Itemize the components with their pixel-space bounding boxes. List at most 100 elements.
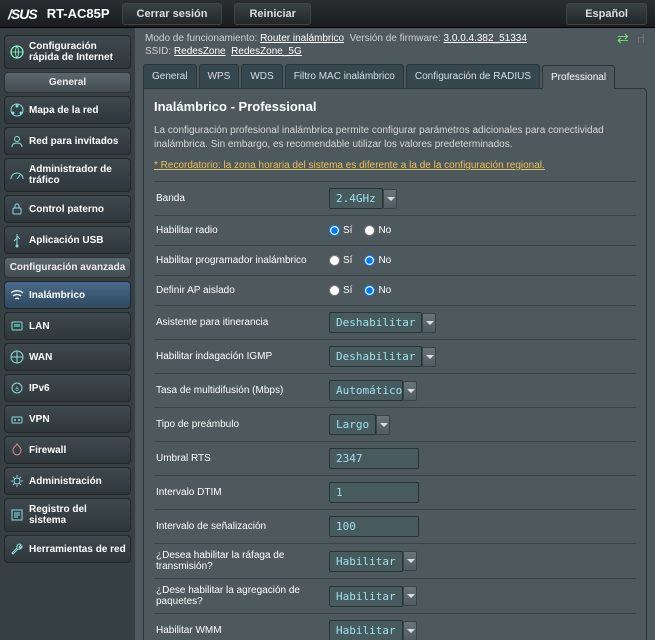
sidebar-item-label: IPv6 [29,383,50,394]
enable-scheduler-yes[interactable] [329,255,340,266]
tab-strip: General WPS WDS Filtro MAC inalámbrico C… [143,64,647,88]
svg-text:6: 6 [15,387,19,393]
chevron-down-icon[interactable] [376,415,390,435]
enable-radio-no[interactable] [364,225,375,236]
firewall-icon [9,442,25,458]
band-label: Banda [154,193,329,204]
top-bar: /SUS RT-AC85P Cerrar sesión Reiniciar Es… [0,0,655,28]
tab-radius[interactable]: Configuración de RADIUS [406,64,540,88]
usb-icon [9,232,25,248]
sidebar-item-label: Firewall [29,445,66,456]
sidebar-item-network-map[interactable]: Mapa de la red [4,96,131,124]
sidebar-item-ipv6[interactable]: 6 IPv6 [4,374,131,402]
sidebar-header-general: General [4,72,131,93]
wmm-label: Habilitar WMM [154,625,329,636]
tab-mac-filter[interactable]: Filtro MAC inalámbrico [285,64,404,88]
chevron-down-icon[interactable] [403,551,417,571]
lan-icon [9,318,25,334]
lock-icon [9,201,25,217]
vpn-icon [9,411,25,427]
status-usb-icon: ⑁ [637,30,645,46]
tx-burst-label: ¿Desea habilitar la ráfaga de transmisió… [154,550,329,572]
status-icons: ⇄ ⑁ [613,32,645,45]
sidebar-item-lan[interactable]: LAN [4,312,131,340]
sidebar-item-label: Administración [29,476,102,487]
chevron-down-icon[interactable] [383,189,397,209]
sidebar-item-label: Control paterno [29,204,104,215]
sidebar-item-system-log[interactable]: Registro del sistema [4,498,131,532]
ssid-1-link[interactable]: RedesZone [174,46,226,57]
sidebar-item-network-tools[interactable]: Herramientas de red [4,535,131,563]
rts-threshold-label: Umbral RTS [154,453,329,464]
ap-isolate-yes[interactable] [329,285,340,296]
sidebar-item-usb-app[interactable]: Aplicación USB [4,226,131,254]
sidebar-item-label: Inalámbrico [29,290,85,301]
pkt-aggr-select[interactable]: Habilitar [329,586,403,607]
language-select[interactable]: Español [566,3,647,25]
sidebar-item-parental-control[interactable]: Control paterno [4,195,131,223]
sidebar-item-label: Registro del sistema [29,504,126,526]
enable-scheduler-no[interactable] [364,255,375,266]
mode-value-link[interactable]: Router inalámbrico [260,33,344,44]
sidebar-item-guest-network[interactable]: Red para invitados [4,127,131,155]
sidebar-item-wan[interactable]: WAN [4,343,131,371]
model-name: RT-AC85P [47,6,110,21]
igmp-snoop-select[interactable]: Deshabilitar [329,346,422,367]
firmware-label: Versión de firmware: [350,33,441,44]
tab-wps[interactable]: WPS [199,64,240,88]
beacon-interval-input[interactable] [329,516,419,537]
sidebar-item-label: LAN [29,321,50,332]
tab-general[interactable]: General [143,64,197,88]
sidebar-item-label: Aplicación USB [29,235,103,246]
sidebar-item-label: VPN [29,414,50,425]
network-map-icon [9,102,25,118]
mode-label: Modo de funcionamiento: [145,33,257,44]
wrench-icon [9,541,25,557]
dtim-interval-input[interactable] [329,482,419,503]
logout-button[interactable]: Cerrar sesión [122,3,223,25]
multicast-rate-select[interactable]: Automático [329,380,403,401]
sidebar-item-label: WAN [29,352,52,363]
sidebar-item-wireless[interactable]: Inalámbrico [4,281,131,309]
tab-wds[interactable]: WDS [241,64,282,88]
sidebar-item-label: Mapa de la red [29,105,98,116]
ap-isolate-no[interactable] [364,285,375,296]
globe-gear-icon [9,44,25,60]
rts-threshold-input[interactable] [329,448,419,469]
sidebar-item-quick-setup[interactable]: Configuración rápida de Internet [4,35,131,69]
sidebar-item-traffic-manager[interactable]: Administrador de tráfico [4,158,131,192]
ssid-label: SSID: [145,46,171,57]
sidebar-item-vpn[interactable]: VPN [4,405,131,433]
ap-isolate-label: Definir AP aislado [154,285,329,296]
firmware-value-link[interactable]: 3.0.0.4.382_51334 [444,33,527,44]
sidebar-item-firewall[interactable]: Firewall [4,436,131,464]
chevron-down-icon[interactable] [403,381,417,401]
chevron-down-icon[interactable] [422,347,436,367]
multicast-rate-label: Tasa de multidifusión (Mbps) [154,385,329,396]
timezone-reminder-link[interactable]: * Recordatorio: la zona horaria del sist… [154,160,636,171]
gear-icon [9,473,25,489]
status-link-icon: ⇄ [617,30,629,46]
chevron-down-icon[interactable] [422,313,436,333]
wan-icon [9,349,25,365]
igmp-snoop-label: Habilitar indagación IGMP [154,351,329,362]
enable-radio-yes[interactable] [329,225,340,236]
tab-professional[interactable]: Professional [542,65,615,89]
roaming-assist-select[interactable]: Deshabilitar [329,312,422,333]
sidebar-item-label: Herramientas de red [29,544,126,555]
chevron-down-icon[interactable] [403,586,417,606]
wifi-icon [9,287,25,303]
preamble-select[interactable]: Largo [329,414,376,435]
preamble-label: Tipo de preámbulo [154,419,329,430]
roaming-assist-label: Asistente para itinerancia [154,317,329,328]
band-select[interactable]: 2.4GHz [329,188,383,209]
ssid-2-link[interactable]: RedesZone_5G [231,46,302,57]
wmm-select[interactable]: Habilitar [329,620,403,640]
chevron-down-icon[interactable] [403,621,417,640]
main-panel: ⇄ ⑁ Modo de funcionamiento: Router inalá… [135,28,655,640]
reboot-button[interactable]: Reiniciar [234,3,310,25]
sidebar-item-administration[interactable]: Administración [4,467,131,495]
sidebar-header-advanced: Configuración avanzada [4,257,131,278]
tx-burst-select[interactable]: Habilitar [329,551,403,572]
sidebar-item-label: Administrador de tráfico [29,164,126,186]
